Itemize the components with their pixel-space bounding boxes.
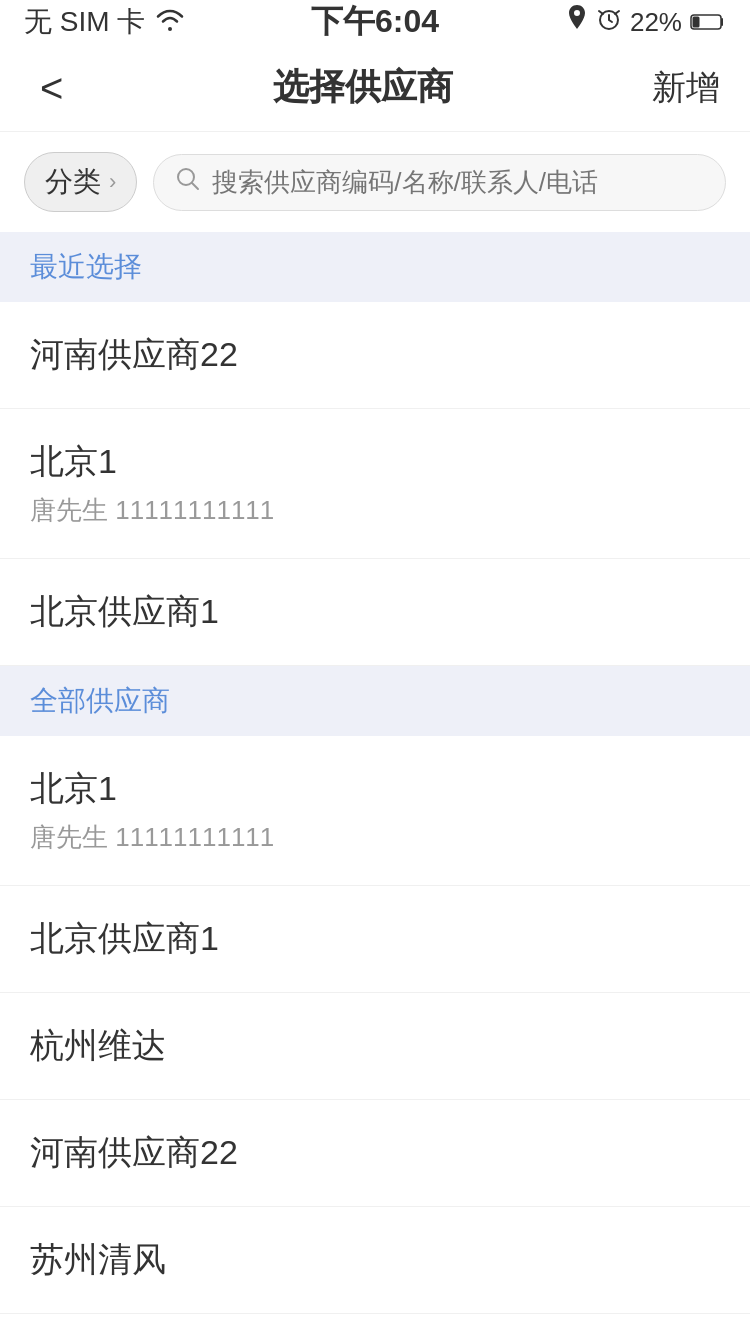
chevron-right-icon: › bbox=[109, 169, 116, 195]
svg-rect-2 bbox=[693, 16, 700, 27]
item-name: 河南供应商22 bbox=[30, 1130, 720, 1176]
battery-text: 22% bbox=[630, 7, 682, 38]
recent-section-header: 最近选择 bbox=[0, 232, 750, 302]
item-name: 杭州维达 bbox=[30, 1023, 720, 1069]
item-sub: 唐先生 11111111111 bbox=[30, 820, 720, 855]
new-add-button[interactable]: 新增 bbox=[652, 65, 720, 111]
list-item[interactable]: 苏州清风 bbox=[0, 1207, 750, 1314]
wifi-icon bbox=[155, 6, 185, 38]
category-button[interactable]: 分类 › bbox=[24, 152, 137, 212]
list-item[interactable]: 北京1 唐先生 11111111111 bbox=[0, 736, 750, 886]
item-name: 苏州清风 bbox=[30, 1237, 720, 1283]
back-button[interactable]: < bbox=[30, 58, 73, 118]
list-item[interactable]: 北京1 唐先生 11111111111 bbox=[0, 409, 750, 559]
category-label: 分类 bbox=[45, 163, 101, 201]
no-sim-text: 无 SIM 卡 bbox=[24, 3, 145, 41]
list-item[interactable]: 北京供应商1 bbox=[0, 886, 750, 993]
battery-icon bbox=[690, 7, 726, 38]
page-title: 选择供应商 bbox=[273, 63, 453, 112]
location-icon bbox=[566, 5, 588, 40]
recent-list: 河南供应商22 北京1 唐先生 11111111111 北京供应商1 bbox=[0, 302, 750, 666]
list-item[interactable]: 杭州维达 bbox=[0, 993, 750, 1100]
all-section-header: 全部供应商 bbox=[0, 666, 750, 736]
status-time: 下午6:04 bbox=[311, 0, 439, 44]
item-name: 北京供应商1 bbox=[30, 589, 720, 635]
item-sub: 唐先生 11111111111 bbox=[30, 493, 720, 528]
item-name: 河南供应商22 bbox=[30, 332, 720, 378]
list-item[interactable]: 北京供应商1 bbox=[0, 559, 750, 666]
recent-section-label: 最近选择 bbox=[30, 251, 142, 282]
alarm-icon bbox=[596, 6, 622, 39]
filter-bar: 分类 › bbox=[0, 132, 750, 232]
status-left: 无 SIM 卡 bbox=[24, 3, 185, 41]
search-icon bbox=[174, 165, 202, 200]
list-item[interactable]: 河南供应商22 bbox=[0, 1100, 750, 1207]
status-bar: 无 SIM 卡 下午6:04 22% bbox=[0, 0, 750, 44]
item-name: 北京1 bbox=[30, 439, 720, 485]
item-name: 北京供应商1 bbox=[30, 916, 720, 962]
all-section-label: 全部供应商 bbox=[30, 685, 170, 716]
item-name: 北京1 bbox=[30, 766, 720, 812]
search-input[interactable] bbox=[212, 167, 705, 198]
list-item[interactable]: 河南供应商22 bbox=[0, 302, 750, 409]
status-right: 22% bbox=[566, 5, 726, 40]
search-box bbox=[153, 154, 726, 211]
nav-bar: < 选择供应商 新增 bbox=[0, 44, 750, 132]
all-list: 北京1 唐先生 11111111111 北京供应商1 杭州维达河南供应商22 苏州清风 bbox=[0, 736, 750, 1314]
